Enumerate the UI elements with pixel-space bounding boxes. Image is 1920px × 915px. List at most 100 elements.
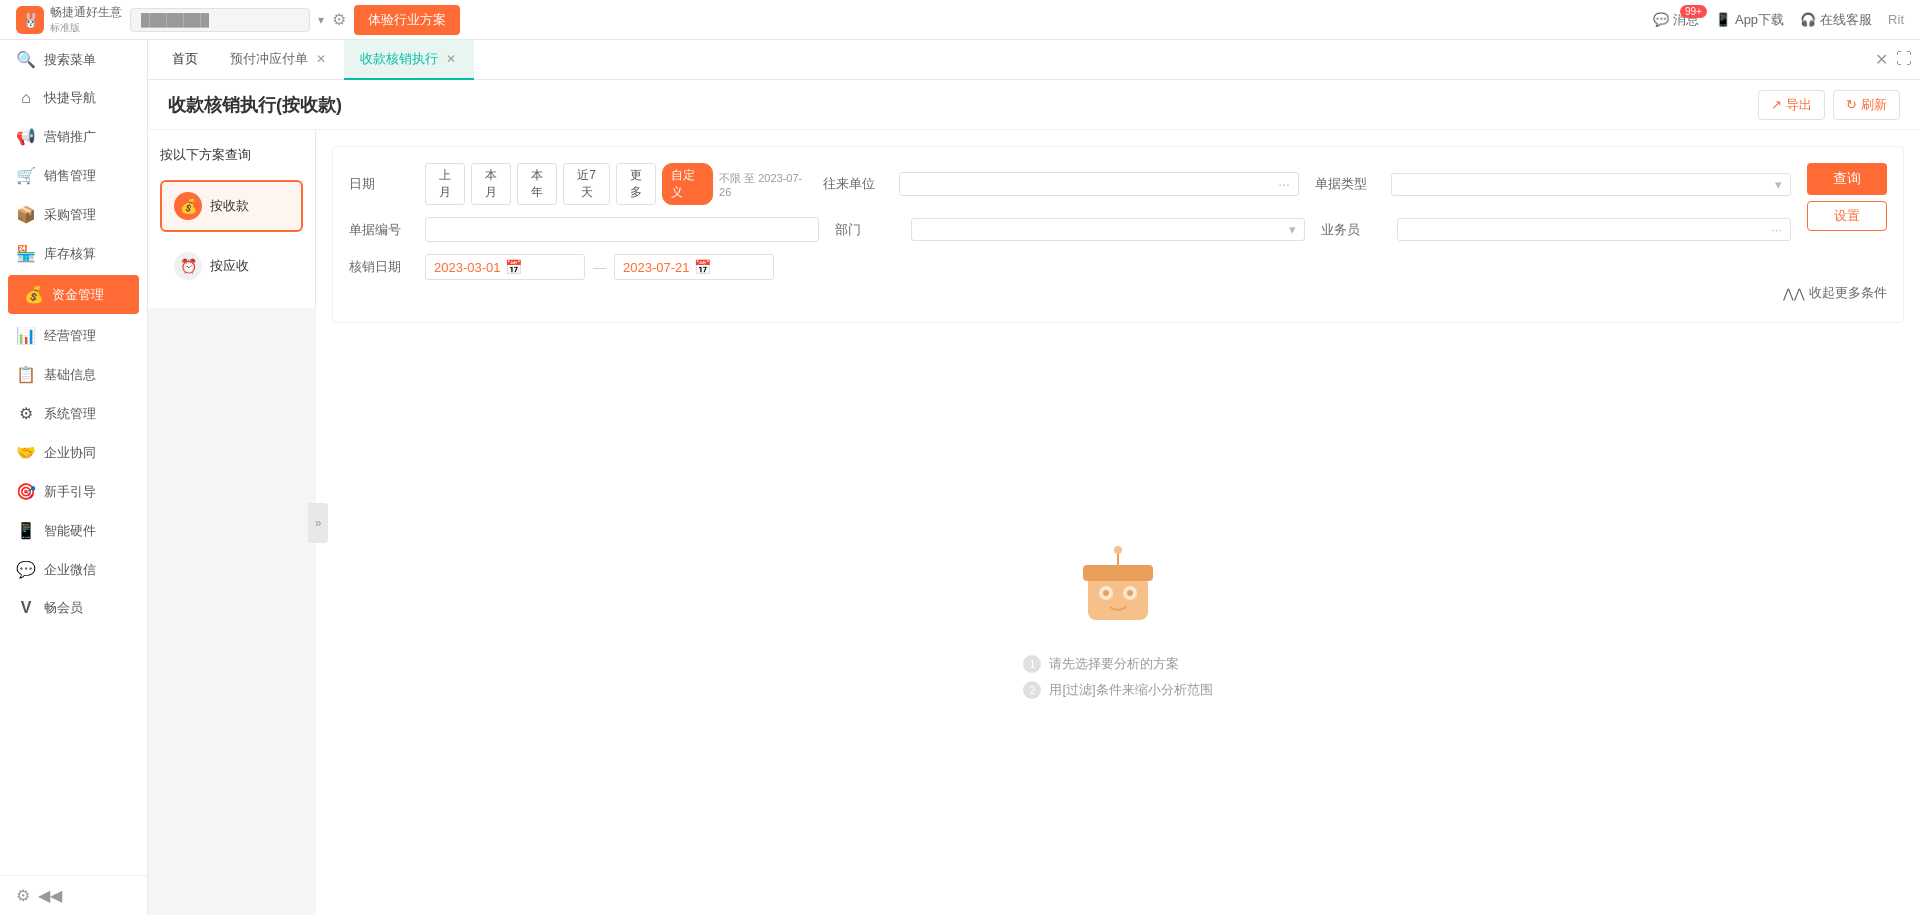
svg-point-4: [1103, 590, 1109, 596]
page-title: 收款核销执行(按收款): [168, 93, 342, 117]
svg-rect-1: [1083, 565, 1153, 581]
partner-field[interactable]: ···: [899, 172, 1299, 196]
export-icon: ↗: [1771, 97, 1782, 112]
settings-button[interactable]: 设置: [1807, 201, 1887, 231]
sidebar-item-sales[interactable]: 🛒 销售管理: [0, 156, 147, 195]
verify-end-value: 2023-07-21: [623, 260, 690, 275]
page-header: 收款核销执行(按收款) ↗ 导出 ↻ 刷新: [148, 80, 1920, 130]
tab-verify-close-icon[interactable]: ✕: [444, 50, 458, 68]
hint-text-1: 请先选择要分析的方案: [1049, 655, 1179, 673]
sidebar-item-business[interactable]: 📊 经营管理: [0, 316, 147, 355]
collapse-label: 收起更多条件: [1809, 284, 1887, 302]
filter-item-by-receipt[interactable]: 💰 按收款: [160, 180, 303, 232]
sidebar-item-wechat[interactable]: 💬 企业微信: [0, 550, 147, 589]
dropdown-arrow-icon[interactable]: ▾: [318, 13, 324, 27]
phone-icon: 📱: [1715, 12, 1731, 27]
date-7days-button[interactable]: 近7天: [563, 163, 609, 205]
date-this-month-button[interactable]: 本月: [471, 163, 511, 205]
sidebar-label-business: 经营管理: [44, 327, 96, 345]
doc-type-dropdown-icon: ▾: [1775, 177, 1782, 192]
sidebar-collapse-icon[interactable]: ◀◀: [38, 886, 62, 905]
tab-prepay-close-icon[interactable]: ✕: [314, 50, 328, 68]
date-custom-button[interactable]: 自定义: [662, 163, 713, 205]
sidebar-item-marketing[interactable]: 📢 营销推广: [0, 117, 147, 156]
empty-hints: 1 请先选择要分析的方案 2 用[过滤]条件来缩小分析范围: [1023, 655, 1212, 699]
verify-date-label: 核销日期: [349, 258, 409, 276]
staff-field[interactable]: ···: [1397, 218, 1791, 241]
export-button[interactable]: ↗ 导出: [1758, 90, 1825, 120]
hardware-icon: 📱: [16, 521, 36, 540]
collapse-more-conditions[interactable]: ⋀⋀ 收起更多条件: [349, 280, 1887, 306]
sidebar-item-system[interactable]: ⚙ 系统管理: [0, 394, 147, 433]
dept-label: 部门: [835, 221, 895, 239]
sidebar-label-member: 畅会员: [44, 599, 83, 617]
calendar-end-icon[interactable]: 📅: [694, 259, 711, 275]
tab-verify[interactable]: 收款核销执行 ✕: [344, 40, 474, 80]
calendar-start-icon[interactable]: 📅: [505, 259, 522, 275]
sidebar-item-inventory[interactable]: 🏪 库存核算: [0, 234, 147, 273]
refresh-button[interactable]: ↻ 刷新: [1833, 90, 1900, 120]
date-last-month-button[interactable]: 上月: [425, 163, 465, 205]
tab-prepay-label: 预付冲应付单: [230, 50, 308, 68]
sidebar-item-enterprise[interactable]: 🤝 企业协同: [0, 433, 147, 472]
main-layout: 🔍 搜索菜单 ⌂ 快捷导航 📢 营销推广 🛒 销售管理 📦 采购管理 🏪 库存核…: [0, 40, 1920, 915]
message-button[interactable]: 💬 消息 99+: [1653, 11, 1699, 29]
page-header-actions: ↗ 导出 ↻ 刷新: [1758, 90, 1900, 120]
refresh-icon: ↻: [1846, 97, 1857, 112]
gear-icon[interactable]: ⚙: [332, 10, 346, 29]
doc-type-select[interactable]: ▾: [1391, 173, 1791, 196]
user-name[interactable]: Rit: [1888, 12, 1904, 27]
tab-expand-icon[interactable]: ⛶: [1896, 50, 1912, 69]
sidebar-item-shortcut[interactable]: ⌂ 快捷导航: [0, 79, 147, 117]
sidebar-label-finance: 资金管理: [52, 286, 104, 304]
empty-illustration: [1068, 535, 1168, 635]
filter-collapse-button[interactable]: »: [308, 503, 328, 543]
bottom-settings-icon[interactable]: ⚙: [16, 886, 30, 905]
doc-type-label: 单据类型: [1315, 175, 1375, 193]
sidebar-item-member[interactable]: V 畅会员: [0, 589, 147, 627]
sidebar-item-finance[interactable]: 💰 资金管理: [8, 275, 139, 314]
verify-date-end-input[interactable]: 2023-07-21 📅: [614, 254, 774, 280]
message-icon: 💬: [1653, 12, 1669, 27]
svg-point-7: [1114, 546, 1122, 554]
date-this-year-button[interactable]: 本年: [517, 163, 557, 205]
finance-icon: 💰: [24, 285, 44, 304]
filter-item-by-receivable[interactable]: ⏰ 按应收: [160, 240, 303, 292]
industry-solution-button[interactable]: 体验行业方案: [354, 5, 460, 35]
date-row: 日期 上月 本月 本年 近7天 更多 自定义 不限 至 2023-07-26: [349, 163, 1791, 205]
svg-rect-0: [1088, 575, 1148, 620]
sidebar-item-basic[interactable]: 📋 基础信息: [0, 355, 147, 394]
topbar-right: 💬 消息 99+ 📱 App下载 🎧 在线客服 Rit: [1653, 11, 1904, 29]
app-download-button[interactable]: 📱 App下载: [1715, 11, 1784, 29]
verify-date-row: 核销日期 2023-03-01 📅 — 2023-07-21: [349, 254, 1791, 280]
sidebar-label-purchase: 采购管理: [44, 206, 96, 224]
sidebar-label-shortcut: 快捷导航: [44, 89, 96, 107]
partner-dots-icon[interactable]: ···: [1278, 176, 1290, 192]
tab-home[interactable]: 首页: [156, 40, 214, 80]
query-button[interactable]: 查询: [1807, 163, 1887, 195]
online-service-button[interactable]: 🎧 在线客服: [1800, 11, 1872, 29]
sidebar-item-hardware[interactable]: 📱 智能硬件: [0, 511, 147, 550]
dept-dropdown-icon: ▾: [1289, 222, 1296, 237]
filter-receipt-icon: 💰: [174, 192, 202, 220]
filter-receipt-label: 按收款: [210, 197, 249, 215]
staff-dots-icon[interactable]: ···: [1771, 222, 1782, 237]
tab-close-all-icon[interactable]: ✕: [1875, 50, 1888, 69]
doc-no-input[interactable]: [425, 217, 819, 242]
doc-no-label: 单据编号: [349, 221, 409, 239]
tab-prepay[interactable]: 预付冲应付单 ✕: [214, 40, 344, 80]
tab-home-label: 首页: [172, 50, 198, 68]
dept-select[interactable]: ▾: [911, 218, 1305, 241]
search-company-input[interactable]: ████████: [130, 8, 310, 32]
sidebar-item-purchase[interactable]: 📦 采购管理: [0, 195, 147, 234]
service-label: 在线客服: [1820, 11, 1872, 29]
sidebar-item-guide[interactable]: 🎯 新手引导: [0, 472, 147, 511]
content-area: 按以下方案查询 💰 按收款 ⏰ 按应收 »: [148, 130, 1920, 915]
purchase-icon: 📦: [16, 205, 36, 224]
date-more-button[interactable]: 更多: [616, 163, 656, 205]
sidebar-label-wechat: 企业微信: [44, 561, 96, 579]
sidebar-item-search[interactable]: 🔍 搜索菜单: [0, 40, 147, 79]
empty-hint-2: 2 用[过滤]条件来缩小分析范围: [1023, 681, 1212, 699]
verify-date-start-input[interactable]: 2023-03-01 📅: [425, 254, 585, 280]
date-hint: 不限 至 2023-07-26: [719, 171, 807, 198]
